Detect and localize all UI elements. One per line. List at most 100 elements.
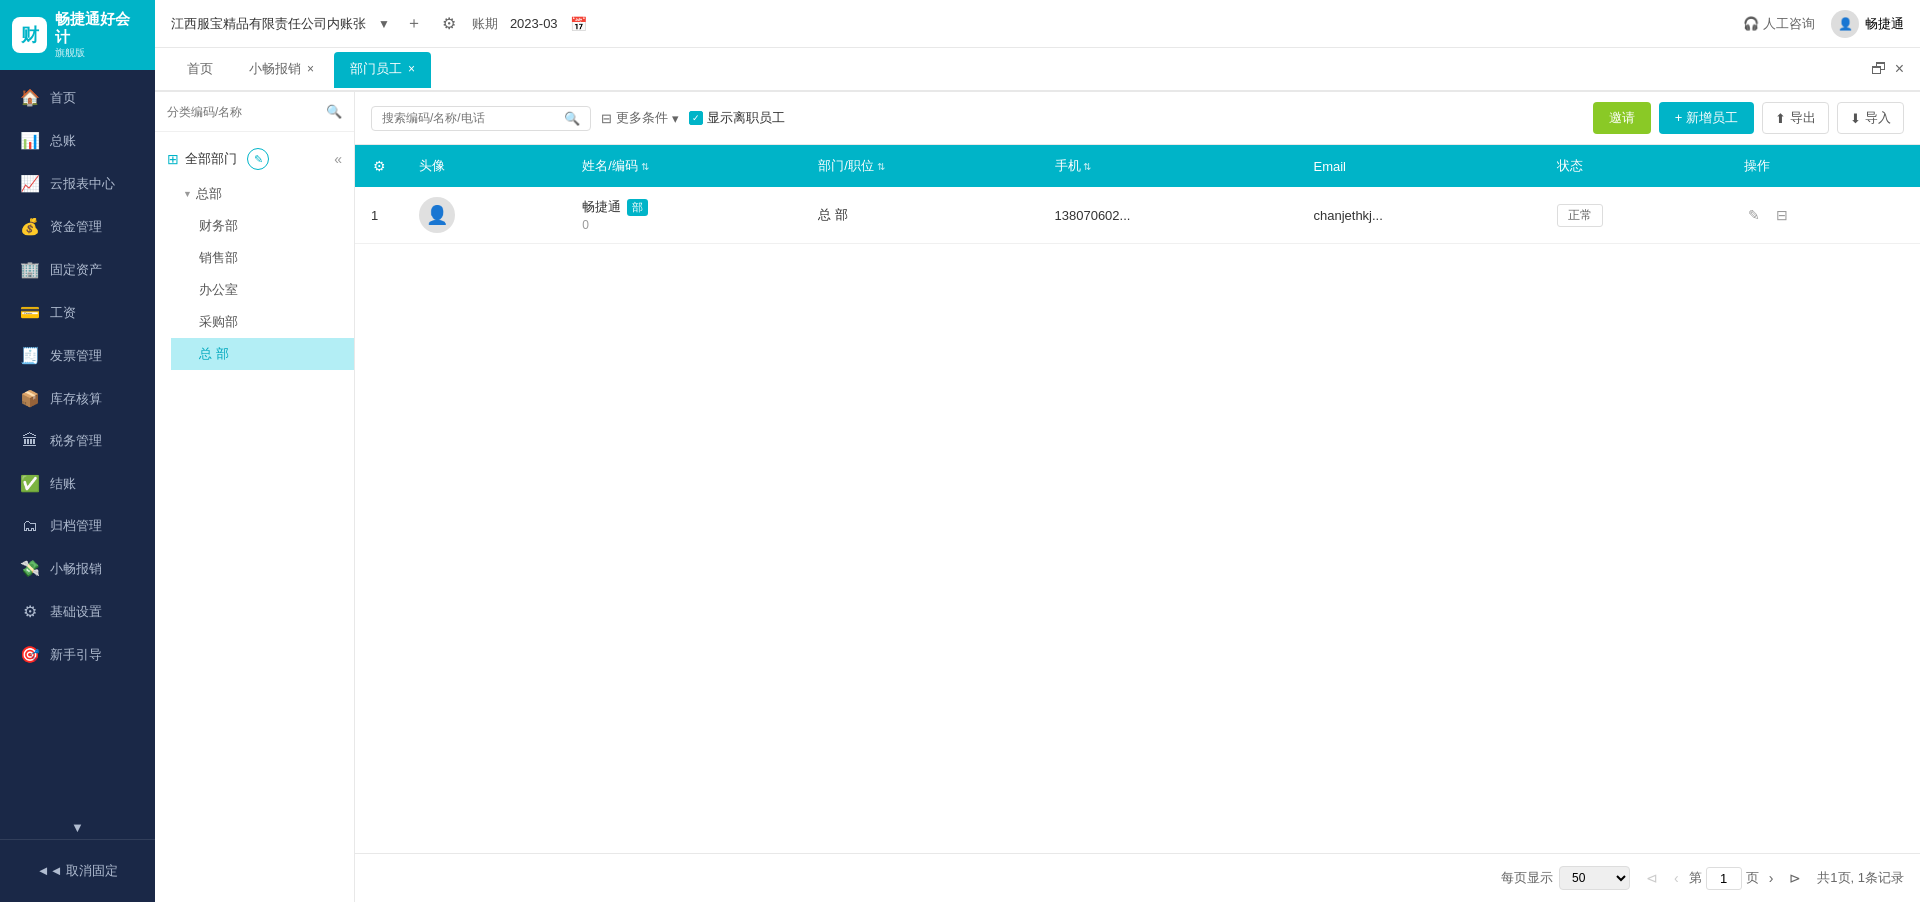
column-settings-button[interactable]: ⚙ <box>373 158 386 174</box>
employee-search-box: 🔍 <box>371 106 591 131</box>
closing-icon: ✅ <box>20 474 40 493</box>
sidebar-item-closing[interactable]: ✅ 结账 <box>0 462 155 505</box>
payroll-icon: 💳 <box>20 303 40 322</box>
table-row: 1 👤 畅捷通 部 0 <box>355 187 1920 244</box>
sidebar-item-settings[interactable]: ⚙ 基础设置 <box>0 590 155 633</box>
right-panel: 🔍 ⊟ 更多条件 ▾ ✓ 显示离职员工 邀请 + 新增员工 <box>355 92 1920 902</box>
header-right: 🎧 人工咨询 👤 畅捷通 <box>1743 10 1904 38</box>
next-page-button[interactable]: › <box>1763 866 1780 890</box>
sidebar-item-archive[interactable]: 🗂 归档管理 <box>0 505 155 547</box>
scroll-indicator: ▼ <box>0 816 155 839</box>
dept-collapse-button[interactable]: « <box>334 151 342 167</box>
col-name-code[interactable]: 姓名/编码 <box>566 145 802 187</box>
last-page-button[interactable]: ⊳ <box>1783 866 1807 890</box>
employee-avatar: 👤 <box>419 197 455 233</box>
reports-icon: 📈 <box>20 174 40 193</box>
sidebar-item-home[interactable]: 🏠 首页 <box>0 76 155 119</box>
dept-child-sales[interactable]: 销售部 <box>171 242 354 274</box>
sidebar-item-payroll[interactable]: 💳 工资 <box>0 291 155 334</box>
app-logo: 财 畅捷通好会计 旗舰版 <box>0 0 155 70</box>
sidebar-item-invoice[interactable]: 🧾 发票管理 <box>0 334 155 377</box>
tab-restore-button[interactable]: 🗗 <box>1871 60 1887 78</box>
tab-expense-close[interactable]: × <box>307 62 314 76</box>
dept-child-office[interactable]: 办公室 <box>171 274 354 306</box>
company-settings-button[interactable]: ⚙ <box>438 10 460 37</box>
page-number-input[interactable] <box>1706 867 1742 890</box>
tab-home-label: 首页 <box>187 60 213 78</box>
app-version: 旗舰版 <box>55 46 143 60</box>
sidebar-item-reports[interactable]: 📈 云报表中心 <box>0 162 155 205</box>
add-company-button[interactable]: ＋ <box>402 9 426 38</box>
table-header-row: ⚙ 头像 姓名/编码 部门/职位 手机 Email 状态 操作 <box>355 145 1920 187</box>
company-dropdown-button[interactable]: ▼ <box>378 17 390 31</box>
dept-child-finance[interactable]: 财务部 <box>171 210 354 242</box>
row-dept-position: 总 部 <box>802 187 1038 244</box>
tax-icon: 🏛 <box>20 432 40 450</box>
import-button[interactable]: ⬇ 导入 <box>1837 102 1904 134</box>
user-name: 畅捷通 <box>1865 15 1904 33</box>
tab-close-all-button[interactable]: × <box>1895 60 1904 78</box>
sidebar-item-capital-label: 资金管理 <box>50 218 102 236</box>
capital-icon: 💰 <box>20 217 40 236</box>
sidebar-item-expense[interactable]: 💸 小畅报销 <box>0 547 155 590</box>
calendar-button[interactable]: 📅 <box>570 16 587 32</box>
dept-search-input[interactable] <box>167 105 320 119</box>
company-name[interactable]: 江西服宝精品有限责任公司内账张 <box>171 15 366 33</box>
settings-icon: ⚙ <box>20 602 40 621</box>
add-employee-button[interactable]: + 新增员工 <box>1659 102 1754 134</box>
tab-department-label: 部门员工 <box>350 60 402 78</box>
prev-page-button[interactable]: ‹ <box>1668 866 1685 890</box>
dept-edit-button[interactable]: ✎ <box>247 148 269 170</box>
sidebar-item-fixed-assets[interactable]: 🏢 固定资产 <box>0 248 155 291</box>
remove-employee-button[interactable]: ⊟ <box>1772 205 1792 225</box>
col-avatar: 头像 <box>403 145 566 187</box>
sidebar-bottom: ◄◄ 取消固定 <box>0 839 155 902</box>
sidebar-item-inventory-label: 库存核算 <box>50 390 102 408</box>
status-badge: 正常 <box>1557 204 1603 227</box>
all-departments[interactable]: ⊞ 全部部门 ✎ « <box>155 140 354 178</box>
table-footer: 每页显示 10 20 50 100 ⊲ ‹ 第 页 <box>355 853 1920 902</box>
sidebar-item-invoice-label: 发票管理 <box>50 347 102 365</box>
more-conditions-button[interactable]: ⊟ 更多条件 ▾ <box>601 109 679 127</box>
row-name-code-cell: 畅捷通 部 0 <box>566 187 802 244</box>
sidebar-item-ledger-label: 总账 <box>50 132 76 150</box>
user-area[interactable]: 👤 畅捷通 <box>1831 10 1904 38</box>
row-status: 正常 <box>1541 187 1728 244</box>
sidebar-item-guide[interactable]: 🎯 新手引导 <box>0 633 155 676</box>
dept-search-area: 🔍 <box>155 92 354 132</box>
sidebar-item-capital[interactable]: 💰 资金管理 <box>0 205 155 248</box>
dept-parent-headquarters[interactable]: 总部 <box>171 178 354 210</box>
first-page-button[interactable]: ⊲ <box>1640 866 1664 890</box>
inventory-icon: 📦 <box>20 389 40 408</box>
employee-search-input[interactable] <box>382 111 558 125</box>
dept-child-general[interactable]: 总 部 <box>171 338 354 370</box>
col-dept-position[interactable]: 部门/职位 <box>802 145 1038 187</box>
tab-home[interactable]: 首页 <box>171 52 229 88</box>
export-button[interactable]: ⬆ 导出 <box>1762 102 1829 134</box>
sidebar-item-general-ledger[interactable]: 📊 总账 <box>0 119 155 162</box>
show-resigned-toggle[interactable]: ✓ 显示离职员工 <box>689 109 785 127</box>
logo-icon: 财 <box>12 17 47 53</box>
sidebar-item-home-label: 首页 <box>50 89 76 107</box>
export-icon: ⬆ <box>1775 111 1786 126</box>
sidebar-item-payroll-label: 工资 <box>50 304 76 322</box>
tab-department-close[interactable]: × <box>408 62 415 76</box>
dept-child-purchasing[interactable]: 采购部 <box>171 306 354 338</box>
cancel-fixed-button[interactable]: ◄◄ 取消固定 <box>0 852 155 890</box>
col-phone[interactable]: 手机 <box>1039 145 1298 187</box>
per-page-selector: 每页显示 10 20 50 100 <box>1501 866 1630 890</box>
edit-employee-button[interactable]: ✎ <box>1744 205 1764 225</box>
sidebar-item-tax[interactable]: 🏛 税务管理 <box>0 420 155 462</box>
tab-department[interactable]: 部门员工 × <box>334 52 431 88</box>
sidebar-item-inventory[interactable]: 📦 库存核算 <box>0 377 155 420</box>
headset-icon: 🎧 <box>1743 16 1759 31</box>
support-button[interactable]: 🎧 人工咨询 <box>1743 15 1815 33</box>
sidebar: 财 畅捷通好会计 旗舰版 🏠 首页 📊 总账 📈 云报表中心 💰 资金管理 🏢 … <box>0 0 155 902</box>
sidebar-item-archive-label: 归档管理 <box>50 517 102 535</box>
col-actions: 操作 <box>1728 145 1920 187</box>
search-icon: 🔍 <box>564 111 580 126</box>
tab-expense[interactable]: 小畅报销 × <box>233 52 330 88</box>
invite-button[interactable]: 邀请 <box>1593 102 1651 134</box>
sidebar-item-guide-label: 新手引导 <box>50 646 102 664</box>
per-page-select[interactable]: 10 20 50 100 <box>1559 866 1630 890</box>
